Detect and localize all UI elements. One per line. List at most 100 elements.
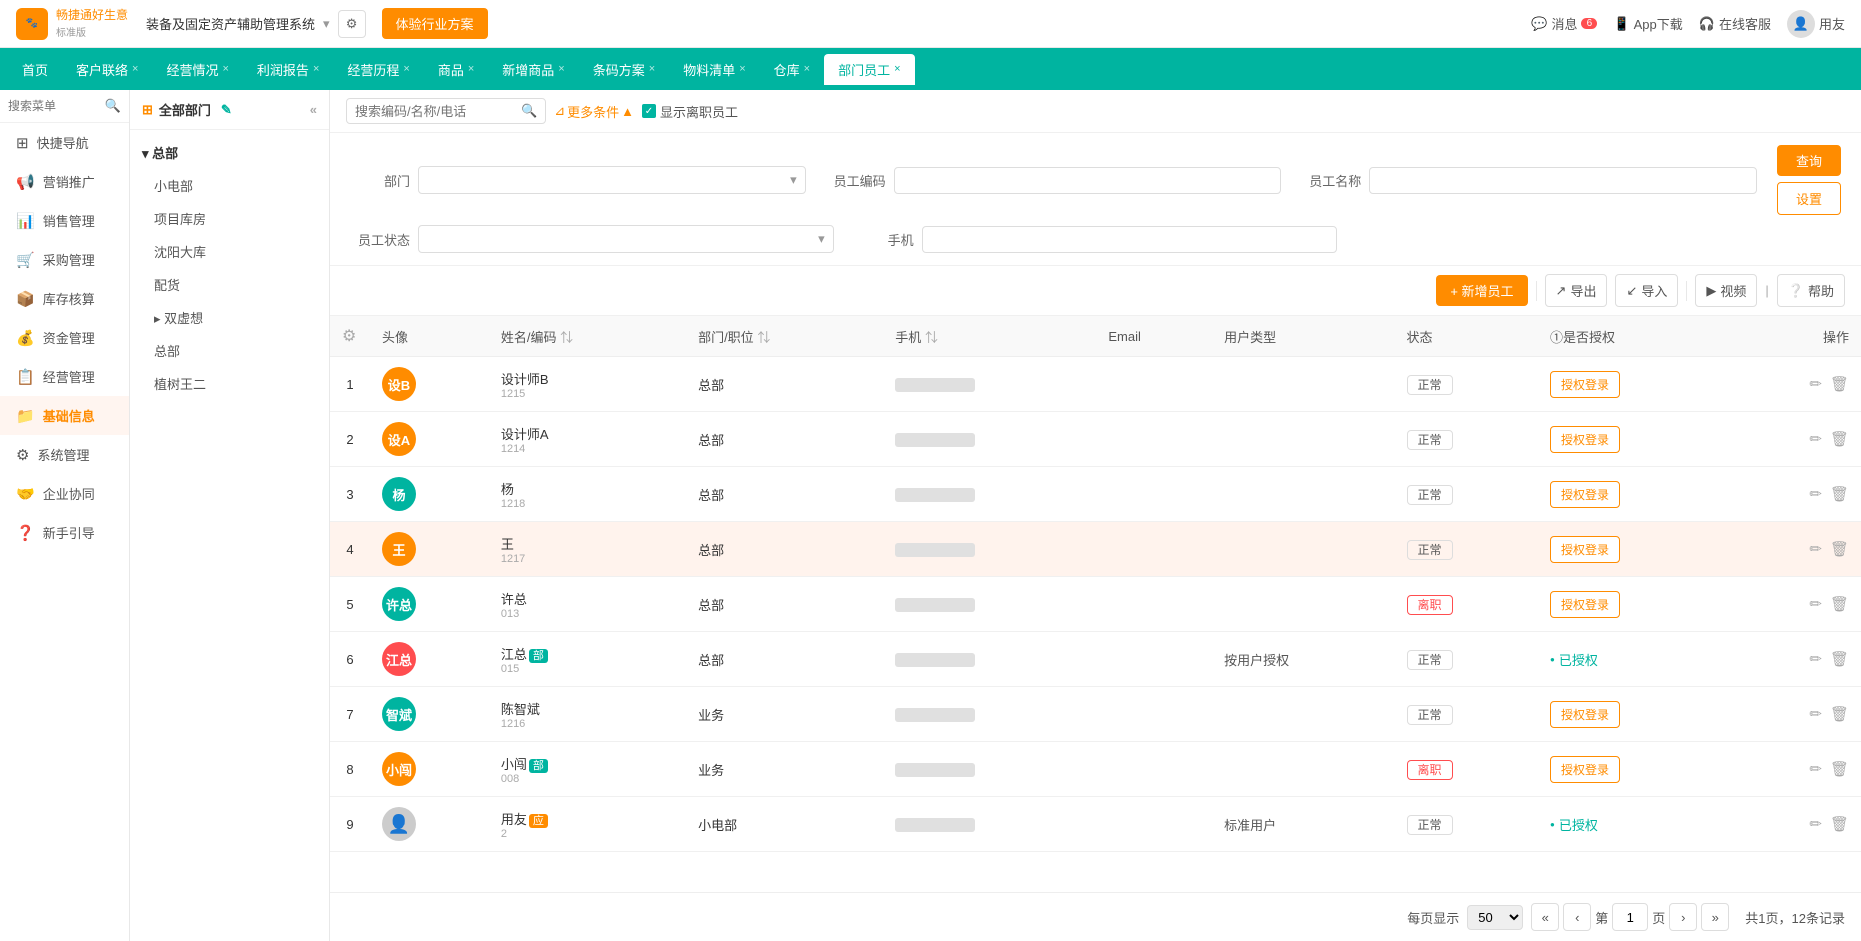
col-name[interactable]: 姓名/编码 ⇅ <box>489 316 686 357</box>
delete-icon[interactable]: 🗑 <box>1830 595 1849 613</box>
col-usertype: 用户类型 <box>1212 316 1394 357</box>
col-phone[interactable]: 手机 ⇅ <box>883 316 1096 357</box>
first-page-button[interactable]: « <box>1531 903 1559 931</box>
search-input[interactable] <box>355 104 515 119</box>
sidebar-search-input[interactable] <box>8 99 101 113</box>
user-menu[interactable]: 👤 用友 <box>1787 10 1845 38</box>
edit-icon[interactable]: ✏ <box>1809 375 1822 393</box>
message-button[interactable]: 💬 消息 6 <box>1531 14 1597 33</box>
edit-icon[interactable]: ✏ <box>1809 540 1822 558</box>
tree-item-xiangmu[interactable]: 项目库房 <box>130 202 329 235</box>
sidebar-item-finance[interactable]: 💰 资金管理 <box>0 318 129 357</box>
tab-home[interactable]: 首页 <box>8 54 62 85</box>
per-page-select[interactable]: 50 20 100 <box>1467 905 1523 930</box>
tree-item-shenyang[interactable]: 沈阳大库 <box>130 235 329 268</box>
import-button[interactable]: ↙ 导入 <box>1615 274 1678 307</box>
sidebar-item-sales[interactable]: 📊 销售管理 <box>0 201 129 240</box>
tab-barcode[interactable]: 条码方案 × <box>579 54 669 85</box>
collapse-panel-icon[interactable]: « <box>310 102 317 117</box>
avatar-circle: 杨 <box>382 477 416 511</box>
next-page-button[interactable]: › <box>1669 903 1697 931</box>
tab-goods[interactable]: 商品 × <box>424 54 488 85</box>
tab-new-goods[interactable]: 新增商品 × <box>488 54 578 85</box>
edit-icon[interactable]: ✏ <box>1809 815 1822 833</box>
emp-name-field[interactable] <box>1378 173 1748 188</box>
status-select[interactable]: ▾ <box>418 225 834 253</box>
tab-bom[interactable]: 物料清单 × <box>669 54 759 85</box>
delete-icon[interactable]: 🗑 <box>1830 430 1849 448</box>
dept-select[interactable]: ▾ <box>418 166 806 194</box>
delete-icon[interactable]: 🗑 <box>1830 540 1849 558</box>
delete-icon[interactable]: 🗑 <box>1830 650 1849 668</box>
tree-item-xiaodian[interactable]: 小电部 <box>130 169 329 202</box>
auth-button[interactable]: 授权登录 <box>1550 481 1620 508</box>
col-dept[interactable]: 部门/职位 ⇅ <box>686 316 883 357</box>
sidebar-item-basic[interactable]: 📁 基础信息 <box>0 396 129 435</box>
delete-icon[interactable]: 🗑 <box>1830 705 1849 723</box>
emp-code-field[interactable] <box>903 173 1273 188</box>
cell-phone <box>883 467 1096 522</box>
settings-button[interactable]: ⚙ <box>338 10 366 38</box>
auth-button[interactable]: 授权登录 <box>1550 591 1620 618</box>
edit-icon[interactable]: ✏ <box>1809 595 1822 613</box>
edit-icon[interactable]: ✏ <box>1809 485 1822 503</box>
edit-icon[interactable]: ✏ <box>1809 705 1822 723</box>
cell-auth: 授权登录 <box>1538 412 1731 467</box>
auth-button[interactable]: 授权登录 <box>1550 756 1620 783</box>
online-service-button[interactable]: 🎧 在线客服 <box>1699 14 1771 33</box>
prev-page-button[interactable]: ‹ <box>1563 903 1591 931</box>
tab-journey[interactable]: 经营历程 × <box>333 54 423 85</box>
edit-icon[interactable]: ✏ <box>1809 430 1822 448</box>
tab-customer[interactable]: 客户联络 × <box>62 54 152 85</box>
help-button[interactable]: ❔ 帮助 <box>1777 274 1845 307</box>
export-button[interactable]: ↗ 导出 <box>1545 274 1608 307</box>
auth-button[interactable]: 授权登录 <box>1550 536 1620 563</box>
show-resigned-toggle[interactable]: ✓ 显示离职员工 <box>642 102 738 121</box>
edit-dept-icon[interactable]: ✎ <box>221 102 232 118</box>
tree-item-zongbu[interactable]: ▾ 总部 <box>130 136 329 169</box>
set-button[interactable]: 设置 <box>1777 182 1841 215</box>
app-download-button[interactable]: 📱 App下载 <box>1613 14 1682 33</box>
cell-status: 正常 <box>1395 467 1538 522</box>
delete-icon[interactable]: 🗑 <box>1830 760 1849 778</box>
tab-profit[interactable]: 利润报告 × <box>243 54 333 85</box>
tab-operation[interactable]: 经营情况 × <box>152 54 242 85</box>
trial-button[interactable]: 体验行业方案 <box>382 8 488 39</box>
sort-icon-2: ⇅ <box>757 330 770 345</box>
sidebar-item-system[interactable]: ⚙ 系统管理 <box>0 435 129 474</box>
page-input[interactable] <box>1612 903 1648 931</box>
tree-item-zongbu2[interactable]: 总部 <box>130 334 329 367</box>
tree-item-shuangxu[interactable]: ▸ 双虚想 <box>130 301 329 334</box>
content-area: 🔍 ⊿ 更多条件 ▲ ✓ 显示离职员工 部门 ▾ <box>330 90 1861 941</box>
edit-icon[interactable]: ✏ <box>1809 650 1822 668</box>
cell-ops: ✏ 🗑 <box>1731 357 1861 412</box>
auth-button[interactable]: 授权登录 <box>1550 701 1620 728</box>
tab-dept-staff[interactable]: 部门员工 × <box>824 54 914 85</box>
sidebar-item-business[interactable]: 📋 经营管理 <box>0 357 129 396</box>
sidebar-item-inventory[interactable]: 📦 库存核算 <box>0 279 129 318</box>
toolbar: + 新增员工 ↗ 导出 ↙ 导入 ▶ 视频 | ❔ 帮助 <box>330 266 1861 316</box>
tab-warehouse[interactable]: 仓库 × <box>760 54 824 85</box>
phone-field[interactable] <box>931 232 1329 247</box>
add-employee-button[interactable]: + 新增员工 <box>1436 275 1527 306</box>
more-filter-button[interactable]: ⊿ 更多条件 ▲ <box>554 102 634 121</box>
system-dropdown-icon[interactable]: ▾ <box>323 16 330 32</box>
sidebar-item-guide[interactable]: ❓ 新手引导 <box>0 513 129 552</box>
edit-icon[interactable]: ✏ <box>1809 760 1822 778</box>
table-settings-icon[interactable]: ⚙ <box>342 328 356 345</box>
sidebar-item-navigation[interactable]: ⊞ 快捷导航 <box>0 123 129 162</box>
tree-item-zhishu[interactable]: 植树王二 <box>130 367 329 400</box>
auth-button[interactable]: 授权登录 <box>1550 371 1620 398</box>
delete-icon[interactable]: 🗑 <box>1830 375 1849 393</box>
query-button[interactable]: 查询 <box>1777 145 1841 176</box>
sidebar-item-purchase[interactable]: 🛒 采购管理 <box>0 240 129 279</box>
sidebar-item-collab[interactable]: 🤝 企业协同 <box>0 474 129 513</box>
last-page-button[interactable]: » <box>1701 903 1729 931</box>
delete-icon[interactable]: 🗑 <box>1830 485 1849 503</box>
tree-item-peihuo[interactable]: 配货 <box>130 268 329 301</box>
auth-button[interactable]: 授权登录 <box>1550 426 1620 453</box>
cell-usertype <box>1212 577 1394 632</box>
video-button[interactable]: ▶ 视频 <box>1695 274 1757 307</box>
delete-icon[interactable]: 🗑 <box>1830 815 1849 833</box>
sidebar-item-marketing[interactable]: 📢 营销推广 <box>0 162 129 201</box>
